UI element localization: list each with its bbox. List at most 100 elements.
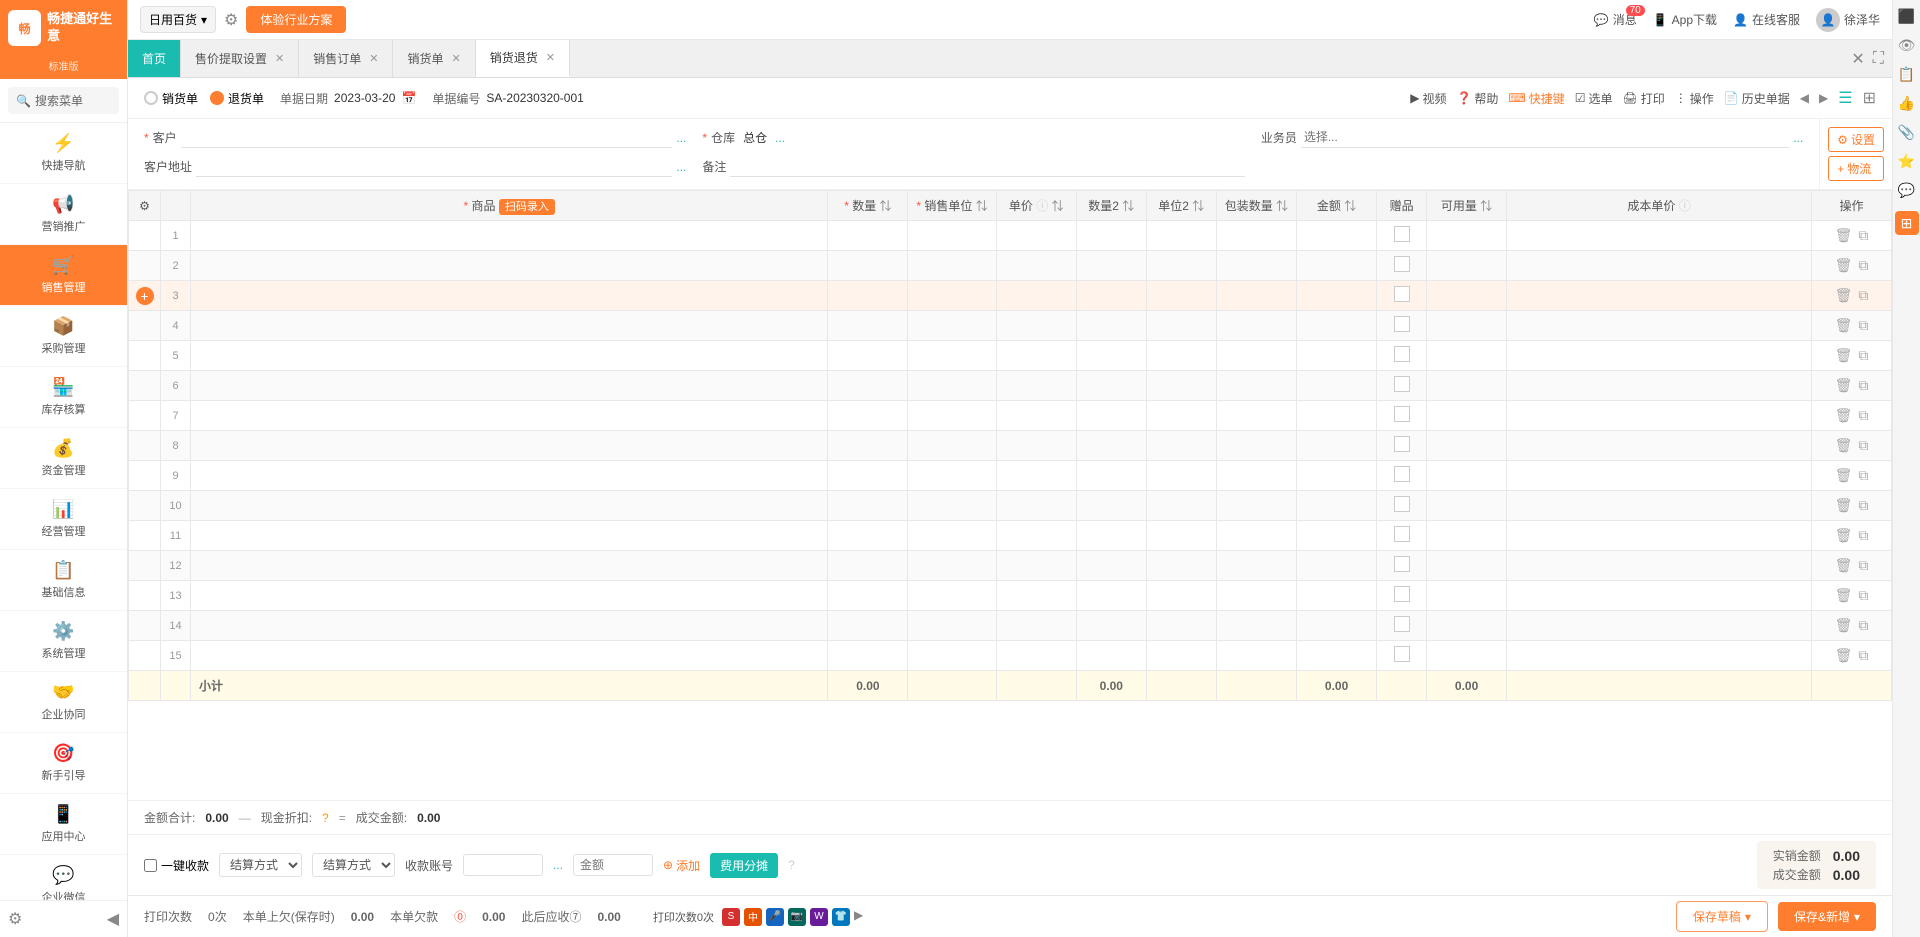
- warehouse-dots[interactable]: ...: [775, 131, 785, 145]
- account-dots[interactable]: ...: [553, 858, 563, 872]
- address-input[interactable]: [196, 156, 672, 177]
- row-qty2-13[interactable]: [1076, 581, 1146, 611]
- row-amount-9[interactable]: [1297, 461, 1377, 491]
- row-product-cell[interactable]: [191, 311, 828, 341]
- video-button[interactable]: ▶ 视频: [1410, 90, 1446, 107]
- delete-row-12[interactable]: 🗑: [1835, 557, 1853, 574]
- row-gift-6[interactable]: [1377, 371, 1427, 401]
- row-price-9[interactable]: [996, 461, 1076, 491]
- copy-row-12[interactable]: ⧉: [1858, 557, 1868, 574]
- gift-checkbox-9[interactable]: [1394, 466, 1410, 482]
- row-cost-7[interactable]: [1507, 401, 1812, 431]
- delete-row-13[interactable]: 🗑: [1835, 587, 1853, 604]
- gift-checkbox-2[interactable]: [1394, 256, 1410, 272]
- row-product-cell[interactable]: [191, 221, 828, 251]
- discount-help-icon[interactable]: ?: [322, 811, 329, 825]
- row-unit-15[interactable]: [908, 641, 996, 671]
- row-unit2-15[interactable]: [1146, 641, 1216, 671]
- row-cost-8[interactable]: [1507, 431, 1812, 461]
- row-amount-4[interactable]: [1297, 311, 1377, 341]
- shortcut-button[interactable]: ⌨ 快捷键: [1508, 90, 1564, 107]
- customer-input[interactable]: [181, 127, 673, 148]
- tab-home[interactable]: 首页: [128, 40, 181, 77]
- row-qty2-3[interactable]: [1076, 281, 1146, 311]
- gift-checkbox-13[interactable]: [1394, 586, 1410, 602]
- history-bill-button[interactable]: 📄 历史单据: [1724, 90, 1790, 107]
- row-qty-2[interactable]: [828, 251, 908, 281]
- row-qty-12[interactable]: [828, 551, 908, 581]
- row-cost-12[interactable]: [1507, 551, 1812, 581]
- row-qty2-15[interactable]: [1076, 641, 1146, 671]
- row-cost-3[interactable]: [1507, 281, 1812, 311]
- row-pack-15[interactable]: [1216, 641, 1296, 671]
- row-pack-2[interactable]: [1216, 251, 1296, 281]
- print-button[interactable]: 🖨 打印: [1623, 90, 1665, 107]
- row-avail-12[interactable]: [1427, 551, 1507, 581]
- row-avail-14[interactable]: [1427, 611, 1507, 641]
- row-unit2-6[interactable]: [1146, 371, 1216, 401]
- copy-row-13[interactable]: ⧉: [1858, 587, 1868, 604]
- row-qty-10[interactable]: [828, 491, 908, 521]
- delete-row-6[interactable]: 🗑: [1835, 377, 1853, 394]
- row-qty2-4[interactable]: [1076, 311, 1146, 341]
- right-panel-icon-8[interactable]: ⊞: [1895, 211, 1919, 235]
- row-amount-3[interactable]: [1297, 281, 1377, 311]
- row-avail-2[interactable]: [1427, 251, 1507, 281]
- row-unit2-1[interactable]: [1146, 221, 1216, 251]
- row-qty-13[interactable]: [828, 581, 908, 611]
- row-gift-14[interactable]: [1377, 611, 1427, 641]
- product-input-3[interactable]: [197, 289, 821, 303]
- right-panel-icon-6[interactable]: ⭐: [1898, 153, 1915, 170]
- copy-row-6[interactable]: ⧉: [1858, 377, 1868, 394]
- row-product-cell[interactable]: [191, 611, 828, 641]
- right-panel-icon-2[interactable]: 👁: [1898, 37, 1916, 54]
- row-qty2-9[interactable]: [1076, 461, 1146, 491]
- row-unit-1[interactable]: [908, 221, 996, 251]
- row-avail-10[interactable]: [1427, 491, 1507, 521]
- col-settings[interactable]: ⚙: [129, 191, 161, 221]
- row-qty-6[interactable]: [828, 371, 908, 401]
- settings-action-button[interactable]: ⚙ 设置: [1828, 127, 1884, 152]
- user-profile-button[interactable]: 👤 徐泽华: [1816, 8, 1880, 32]
- add-payment-button[interactable]: ⊕ 添加: [663, 857, 700, 874]
- row-pack-9[interactable]: [1216, 461, 1296, 491]
- tab-sales-return[interactable]: 销货退货✕: [476, 40, 570, 77]
- row-unit-7[interactable]: [908, 401, 996, 431]
- gift-checkbox-5[interactable]: [1394, 346, 1410, 362]
- row-price-3[interactable]: [996, 281, 1076, 311]
- row-qty-9[interactable]: [828, 461, 908, 491]
- row-pack-14[interactable]: [1216, 611, 1296, 641]
- row-qty2-5[interactable]: [1076, 341, 1146, 371]
- row-price-4[interactable]: [996, 311, 1076, 341]
- help-button[interactable]: ❓ 帮助: [1456, 90, 1498, 107]
- gift-checkbox-1[interactable]: [1394, 226, 1410, 242]
- row-unit2-2[interactable]: [1146, 251, 1216, 281]
- right-panel-icon-7[interactable]: 💬: [1898, 182, 1915, 199]
- view-grid-icon[interactable]: ⊞: [1863, 88, 1876, 108]
- row-product-cell[interactable]: [191, 401, 828, 431]
- sidebar-item-finance[interactable]: 💰资金管理: [0, 428, 127, 489]
- row-cost-4[interactable]: [1507, 311, 1812, 341]
- row-product-cell[interactable]: [191, 251, 828, 281]
- row-avail-7[interactable]: [1427, 401, 1507, 431]
- row-qty-4[interactable]: [828, 311, 908, 341]
- copy-row-9[interactable]: ⧉: [1858, 467, 1868, 484]
- row-amount-2[interactable]: [1297, 251, 1377, 281]
- copy-row-15[interactable]: ⧉: [1858, 647, 1868, 664]
- row-amount-14[interactable]: [1297, 611, 1377, 641]
- delete-row-2[interactable]: 🗑: [1835, 257, 1853, 274]
- row-unit-6[interactable]: [908, 371, 996, 401]
- logistics-action-button[interactable]: + 物流: [1828, 156, 1884, 181]
- row-unit-13[interactable]: [908, 581, 996, 611]
- row-cost-9[interactable]: [1507, 461, 1812, 491]
- delete-row-5[interactable]: 🗑: [1835, 347, 1853, 364]
- row-price-13[interactable]: [996, 581, 1076, 611]
- row-avail-15[interactable]: [1427, 641, 1507, 671]
- save-draft-button[interactable]: 保存草稿 ▾: [1676, 901, 1768, 932]
- row-pack-12[interactable]: [1216, 551, 1296, 581]
- online-service-button[interactable]: 👤 在线客服: [1733, 11, 1800, 28]
- sidebar-item-enterprise[interactable]: 🤝企业协同: [0, 672, 127, 733]
- row-gift-12[interactable]: [1377, 551, 1427, 581]
- tab-close-sales-delivery[interactable]: ✕: [452, 52, 461, 65]
- row-cost-13[interactable]: [1507, 581, 1812, 611]
